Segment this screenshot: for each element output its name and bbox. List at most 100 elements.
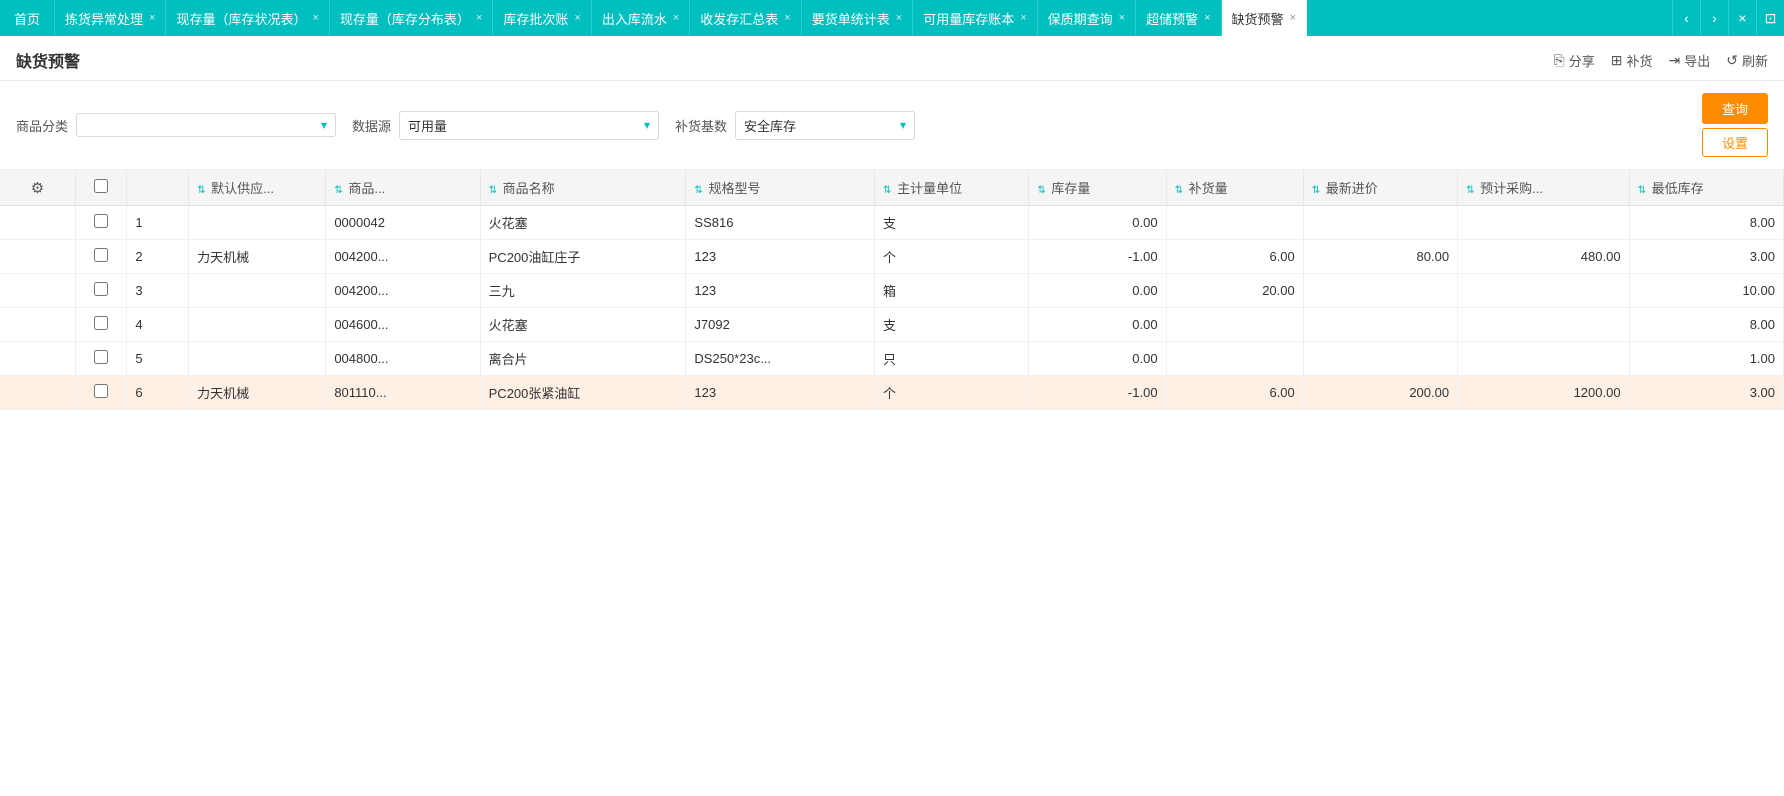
name-cell-0: 火花塞 [480,206,686,240]
minstock-header-label: 最低库存 [1652,181,1704,196]
nav-tab-label-5: 出入库流水 [602,9,667,28]
price-cell-3 [1303,308,1457,342]
code-cell-2: 004200... [326,274,480,308]
export-button[interactable]: ⇥ 导出 [1669,51,1711,70]
nav-next-btn[interactable]: › [1700,0,1728,36]
row-checkbox-1[interactable] [94,248,108,262]
estimate-cell-5: 1200.00 [1458,376,1629,410]
row-checkbox-3[interactable] [94,316,108,330]
replenish-select[interactable]: 安全库存 ▾ [735,111,915,140]
nav-prev-btn[interactable]: ‹ [1672,0,1700,36]
nav-tab-8[interactable]: 可用量库存账本 × [913,0,1037,36]
estimate-column-header[interactable]: ⇅ 预计采购... [1458,170,1629,206]
close-icon-5[interactable]: × [673,12,679,24]
close-icon-1[interactable]: × [149,12,155,24]
checkbox-cell-1[interactable] [75,240,126,274]
nav-tab-1[interactable]: 拣货异常处理 × [55,0,166,36]
unit-header-label: 主计量单位 [897,181,962,196]
select-all-checkbox[interactable] [94,179,108,193]
row-checkbox-5[interactable] [94,384,108,398]
header-actions: ⎘ 分享 ⊞ 补货 ⇥ 导出 ↺ 刷新 [1554,51,1768,70]
estimate-cell-0 [1458,206,1629,240]
nav-tab-label-9: 保质期查询 [1048,9,1113,28]
settings-button[interactable]: 设置 [1702,128,1768,157]
spec-cell-4: DS250*23c... [686,342,875,376]
nav-tab-7[interactable]: 要货单统计表 × [802,0,913,36]
settings-cell-5 [0,376,75,410]
nav-tab-6[interactable]: 收发存汇总表 × [690,0,801,36]
nav-tab-label-8: 可用量库存账本 [923,9,1014,28]
checkbox-cell-3[interactable] [75,308,126,342]
unit-cell-3: 支 [875,308,1029,342]
replenish-filter-group: 补货基数 安全库存 ▾ [675,111,915,140]
gear-icon[interactable]: ⚙ [31,180,44,197]
table-row: 4 004600... 火花塞 J7092 支 0.00 8.00 [0,308,1784,342]
nav-tab-10[interactable]: 超储预警 × [1136,0,1221,36]
datasource-label: 数据源 [352,116,391,135]
checkbox-cell-5[interactable] [75,376,126,410]
nav-tab-label-10: 超储预警 [1146,9,1198,28]
row-checkbox-2[interactable] [94,282,108,296]
refresh-button[interactable]: ↺ 刷新 [1726,51,1768,70]
sort-icon-supplier: ⇅ [197,185,205,196]
nav-tab-5[interactable]: 出入库流水 × [592,0,690,36]
nav-close-btn[interactable]: × [1728,0,1756,36]
settings-cell-3 [0,308,75,342]
unit-cell-4: 只 [875,342,1029,376]
nav-tab-2[interactable]: 现存量（库存状况表） × [166,0,329,36]
unit-cell-5: 个 [875,376,1029,410]
sort-icon-stock: ⇅ [1037,185,1045,196]
share-button[interactable]: ⎘ 分享 [1554,51,1595,70]
query-button[interactable]: 查询 [1702,93,1768,124]
category-filter-group: 商品分类 ▾ [16,113,336,137]
name-cell-1: PC200油缸庄子 [480,240,686,274]
datasource-select[interactable]: 可用量 ▾ [399,111,659,140]
row-num-cell-4: 5 [127,342,189,376]
nav-tab-4[interactable]: 库存批次账 × [493,0,591,36]
nav-tab-label-4: 库存批次账 [503,9,568,28]
checkbox-cell-2[interactable] [75,274,126,308]
row-checkbox-4[interactable] [94,350,108,364]
row-num-column-header [127,170,189,206]
close-icon-10[interactable]: × [1204,12,1210,24]
unit-column-header[interactable]: ⇅ 主计量单位 [875,170,1029,206]
stock-column-header[interactable]: ⇅ 库存量 [1029,170,1166,206]
nav-tab-3[interactable]: 现存量（库存分布表） × [330,0,493,36]
nav-expand-btn[interactable]: ⊡ [1756,0,1784,36]
replenish-column-header[interactable]: ⇅ 补货量 [1166,170,1303,206]
nav-home[interactable]: 首页 [0,0,55,36]
code-column-header[interactable]: ⇅ 商品... [326,170,480,206]
spec-cell-0: SS816 [686,206,875,240]
supplier-cell-3 [189,308,326,342]
sort-icon-price: ⇅ [1312,185,1320,196]
close-icon-3[interactable]: × [476,12,482,24]
supplier-column-header[interactable]: ⇅ 默认供应... [189,170,326,206]
nav-tab-9[interactable]: 保质期查询 × [1038,0,1136,36]
name-column-header[interactable]: ⇅ 商品名称 [480,170,686,206]
share-label: 分享 [1569,51,1595,70]
category-select[interactable]: ▾ [76,113,336,137]
spec-column-header[interactable]: ⇅ 规格型号 [686,170,875,206]
close-icon-6[interactable]: × [784,12,790,24]
minstock-column-header[interactable]: ⇅ 最低库存 [1629,170,1783,206]
settings-column-header[interactable]: ⚙ [0,170,75,206]
close-icon-2[interactable]: × [312,12,318,24]
sort-icon-spec: ⇅ [694,185,702,196]
close-icon-8[interactable]: × [1020,12,1026,24]
close-icon-9[interactable]: × [1119,12,1125,24]
nav-tab-11[interactable]: 缺货预警 × [1222,0,1307,36]
name-header-label: 商品名称 [503,181,555,196]
close-icon-7[interactable]: × [896,12,902,24]
close-icon-11[interactable]: × [1290,12,1296,24]
checkbox-column-header[interactable] [75,170,126,206]
settings-cell-1 [0,240,75,274]
replenish-button[interactable]: ⊞ 补货 [1611,51,1653,70]
close-icon-4[interactable]: × [574,12,580,24]
code-cell-3: 004600... [326,308,480,342]
checkbox-cell-0[interactable] [75,206,126,240]
price-column-header[interactable]: ⇅ 最新进价 [1303,170,1457,206]
nav-tab-label-7: 要货单统计表 [812,9,890,28]
replenish-cell-2: 20.00 [1166,274,1303,308]
row-checkbox-0[interactable] [94,214,108,228]
checkbox-cell-4[interactable] [75,342,126,376]
